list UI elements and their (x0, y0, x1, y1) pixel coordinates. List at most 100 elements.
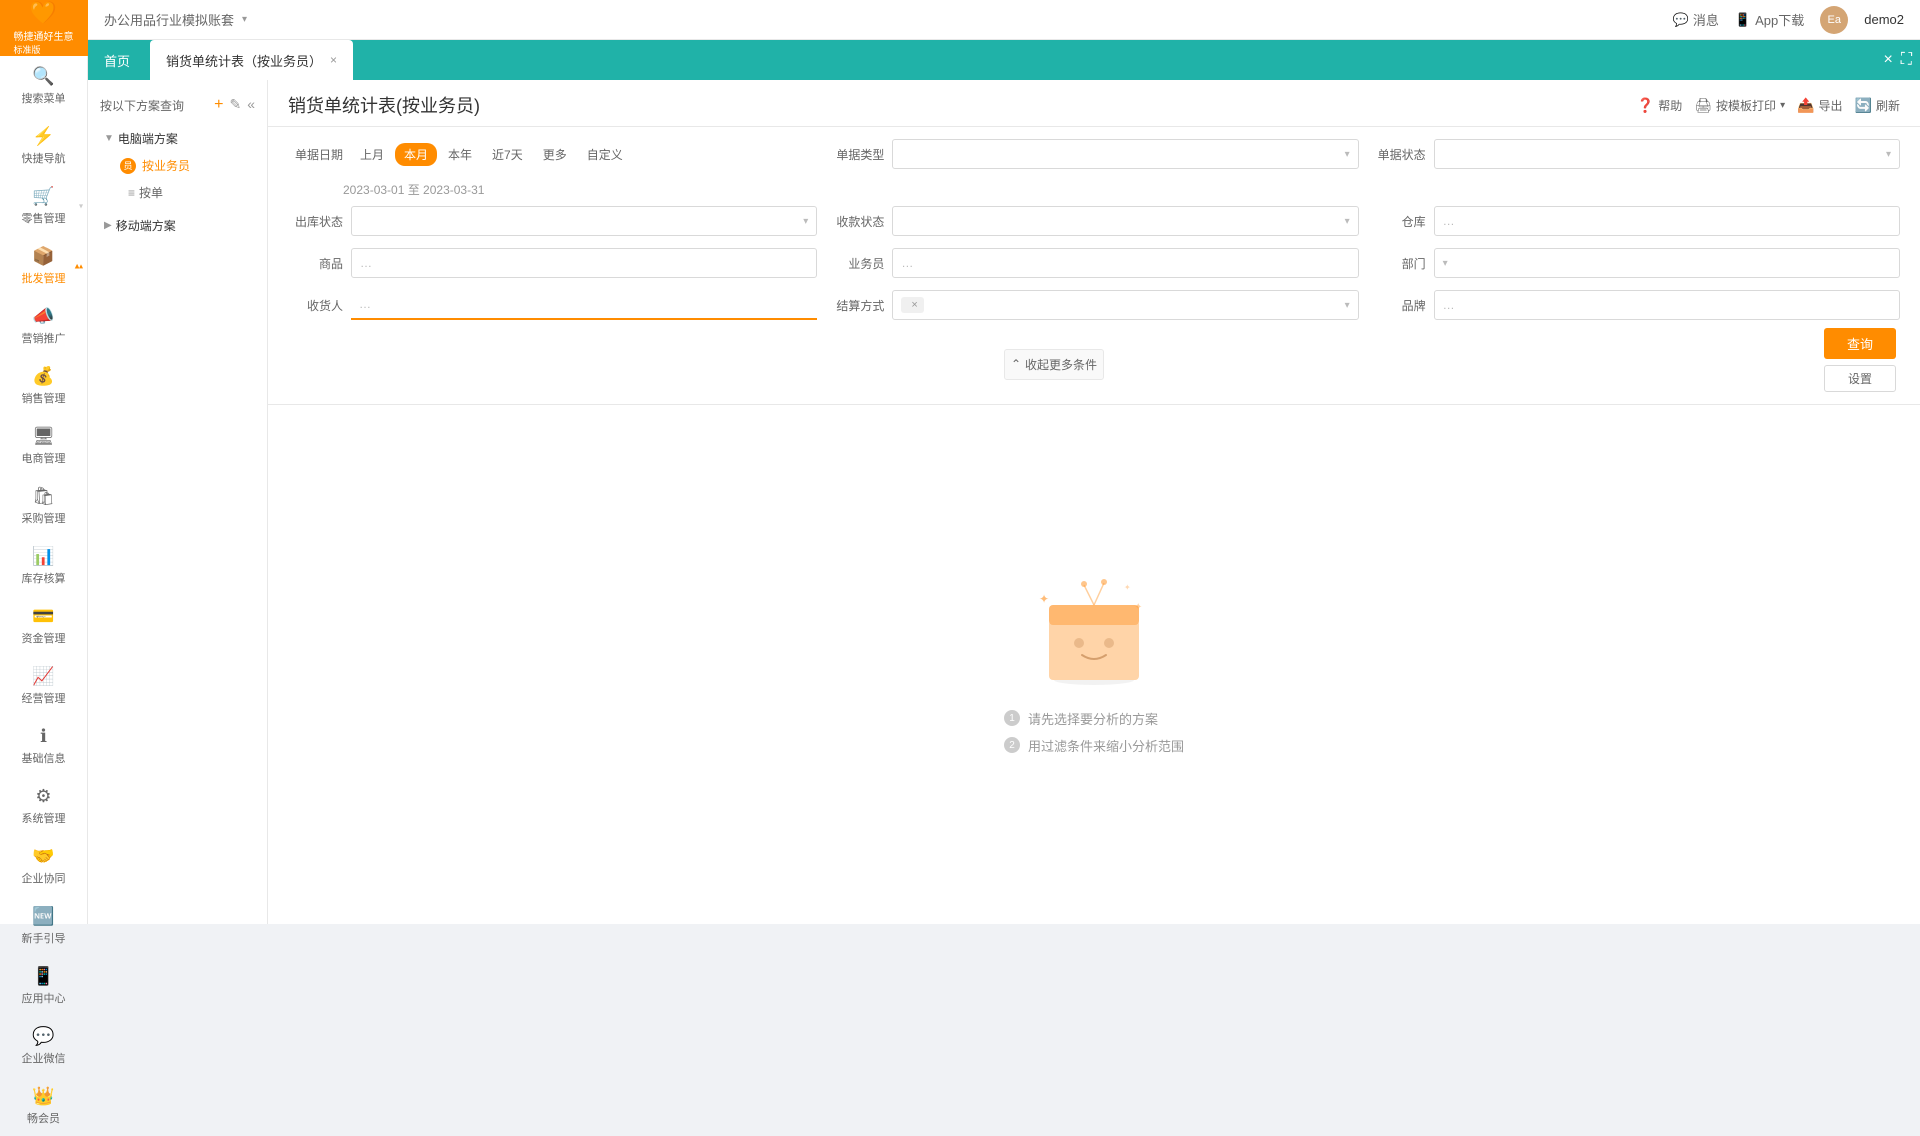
print-dropdown-icon: ▾ (1780, 100, 1785, 111)
settlement-input[interactable]: × ▾ (892, 290, 1358, 320)
right-main: 销货单统计表(按业务员) ❓ 帮助 🖨 按模板打印 ▾ 📤 (268, 80, 1920, 924)
user-avatar[interactable]: Ea (1820, 6, 1848, 34)
settings-btn[interactable]: 设置 (1824, 365, 1896, 392)
scheme-group-pc-title[interactable]: ▼ 电脑端方案 (88, 126, 267, 151)
receipt-label: 收款状态 (829, 213, 884, 230)
doc-type-label: 单据类型 (829, 146, 884, 163)
help-btn[interactable]: ❓ 帮助 (1637, 97, 1682, 114)
sidebar-item-retail[interactable]: 🛒 零售管理 ▾ (0, 176, 87, 236)
outbound-arrow: ▾ (803, 216, 808, 227)
app-dropdown-icon[interactable]: ▾ (242, 14, 247, 25)
add-scheme-btn[interactable]: + (214, 96, 223, 114)
top-nav: 办公用品行业模拟账套 ▾ 💬 消息 📱 App下载 Ea demo2 (88, 0, 1920, 40)
receipt-input[interactable]: ▾ (892, 206, 1358, 236)
tab-close-btn[interactable]: × (330, 53, 337, 67)
print-icon: 🖨 (1694, 97, 1712, 114)
filter-cell-salesperson: 业务员 … (829, 248, 1358, 278)
group-label: 电脑端方案 (118, 130, 178, 147)
date-btn-this-month[interactable]: 本月 (395, 143, 437, 166)
tip-num-1: 1 (1004, 710, 1020, 726)
sidebar-item-operations[interactable]: 📈 经营管理 (0, 656, 87, 716)
settlement-arrow: ▾ (1345, 300, 1350, 311)
department-input[interactable]: ▾ (1434, 248, 1900, 278)
sidebar-item-label: 企业协同 (22, 870, 66, 886)
tab-expand-btn[interactable]: ⛶ (1901, 51, 1912, 69)
sidebar-item-quick-nav[interactable]: ⚡ 快捷导航 (0, 116, 87, 176)
app-download-label: App下载 (1755, 10, 1804, 29)
svg-text:✦: ✦ (1134, 602, 1142, 613)
tab-close-window-btn[interactable]: × (1883, 51, 1892, 69)
refresh-btn[interactable]: 🔄 刷新 (1855, 97, 1900, 114)
sidebar-item-inventory[interactable]: 📊 库存核算 (0, 536, 87, 596)
tab-bar-actions: × ⛶ (1883, 51, 1920, 69)
scheme-item-by-order[interactable]: ≡ 按单 (88, 180, 267, 205)
sidebar-item-member[interactable]: 👑 畅会员 (0, 1076, 87, 1136)
settlement-tag-remove[interactable]: × (911, 299, 917, 311)
doc-status-label: 单据状态 (1371, 146, 1426, 163)
outbound-input[interactable]: ▾ (351, 206, 817, 236)
sidebar-item-sales[interactable]: 💰 销售管理 (0, 356, 87, 416)
query-btn[interactable]: 查询 (1824, 328, 1896, 359)
page-title: 销货单统计表(按业务员) (288, 92, 480, 118)
edit-scheme-btn[interactable]: ✎ (229, 96, 241, 114)
message-btn[interactable]: 💬 消息 (1673, 10, 1719, 29)
date-btn-last-month[interactable]: 上月 (351, 142, 393, 167)
help-label: 帮助 (1658, 97, 1682, 114)
doc-type-input[interactable]: ▾ (892, 139, 1358, 169)
message-icon: 💬 (1673, 12, 1689, 28)
sidebar-item-enterprise[interactable]: 🤝 企业协同 (0, 836, 87, 896)
empty-tips: 1 请先选择要分析的方案 2 用过滤条件来缩小分析范围 (1004, 709, 1184, 755)
date-btn-this-year[interactable]: 本年 (439, 142, 481, 167)
user-initials: Ea (1828, 14, 1841, 26)
filter-cell-department: 部门 ▾ (1371, 248, 1900, 278)
tab-home[interactable]: 首页 (88, 40, 146, 80)
purchase-icon: 🛍 (32, 486, 55, 507)
wholesale-icon: 📦 (32, 246, 54, 267)
sidebar-item-label: 基础信息 (22, 750, 66, 766)
sidebar-item-label: 库存核算 (22, 570, 66, 586)
left-panel: 按以下方案查询 + ✎ « ▼ 电脑端方案 员 按业务员 ≡ 按 (88, 80, 268, 924)
collapse-panel-btn[interactable]: « (247, 96, 255, 114)
scheme-item-by-salesperson[interactable]: 员 按业务员 (88, 151, 267, 180)
brand-input[interactable]: … (1434, 290, 1900, 320)
date-btn-custom[interactable]: 自定义 (578, 142, 632, 167)
sidebar-item-ecommerce[interactable]: 🖥 电商管理 (0, 416, 87, 476)
receiver-input[interactable]: … (351, 290, 817, 320)
doc-type-arrow: ▾ (1345, 149, 1350, 160)
left-panel-header: 按以下方案查询 + ✎ « (88, 88, 267, 122)
sidebar-item-finance[interactable]: 💳 资金管理 (0, 596, 87, 656)
template-print-btn[interactable]: 🖨 按模板打印 ▾ (1694, 97, 1785, 114)
warehouse-label: 仓库 (1371, 213, 1426, 230)
doc-status-input[interactable]: ▾ (1434, 139, 1900, 169)
app-download-btn[interactable]: 📱 App下载 (1735, 10, 1804, 29)
scheme-group-mobile-title[interactable]: ▶ 移动端方案 (88, 213, 267, 238)
export-btn[interactable]: 📤 导出 (1797, 97, 1842, 114)
collapse-filters-btn[interactable]: ⌃ 收起更多条件 (1004, 349, 1104, 380)
enterprise-icon: 🤝 (32, 846, 54, 867)
sidebar-item-newbie[interactable]: 🆕 新手引导 (0, 896, 87, 956)
sidebar-item-app-center[interactable]: 📱 应用中心 (0, 956, 87, 1016)
empty-illustration: ✦ ✦ ✦ (1024, 575, 1164, 685)
left-panel-title: 按以下方案查询 (100, 97, 184, 114)
department-arrow: ▾ (1443, 258, 1448, 269)
goods-input[interactable]: … (351, 248, 817, 278)
receipt-arrow: ▾ (1345, 216, 1350, 227)
salesperson-input[interactable]: … (892, 248, 1358, 278)
sidebar-item-label: 批发管理 (22, 270, 66, 286)
sidebar-item-system[interactable]: ⚙ 系统管理 (0, 776, 87, 836)
date-btn-7days[interactable]: 近7天 (483, 142, 532, 167)
warehouse-input[interactable]: … (1434, 206, 1900, 236)
sidebar-item-label: 营销推广 (22, 330, 66, 346)
sidebar-item-wholesale[interactable]: 📦 批发管理 ▴ (0, 236, 87, 296)
sidebar-item-search[interactable]: 🔍 搜索菜单 (0, 56, 87, 116)
app-center-icon: 📱 (32, 966, 54, 987)
user-name[interactable]: demo2 (1864, 12, 1904, 27)
sidebar-item-marketing[interactable]: 📣 营销推广 (0, 296, 87, 356)
sidebar-item-basic-info[interactable]: ℹ 基础信息 (0, 716, 87, 776)
warehouse-dots: … (1443, 214, 1457, 228)
tab-sales-stats[interactable]: 销货单统计表（按业务员） × (150, 40, 353, 80)
sidebar-item-purchase[interactable]: 🛍 采购管理 (0, 476, 87, 536)
sidebar-item-wechat[interactable]: 💬 企业微信 (0, 1016, 87, 1076)
goods-dots: … (360, 256, 374, 270)
date-btn-more[interactable]: 更多 (534, 142, 576, 167)
